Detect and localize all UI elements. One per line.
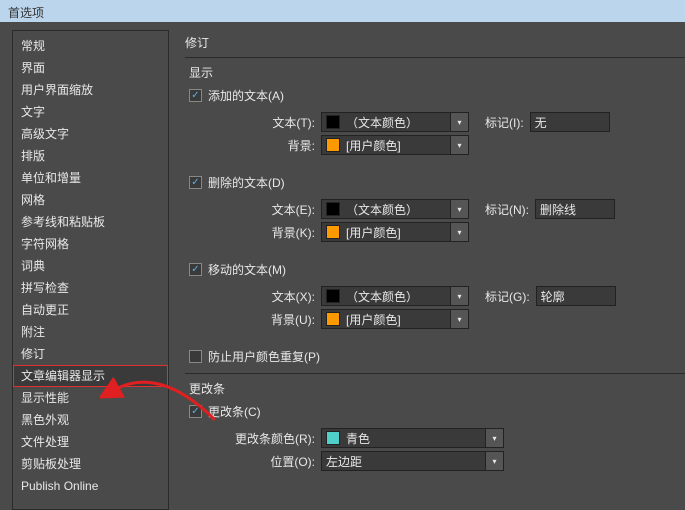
- swatch-icon: [326, 138, 340, 152]
- chevron-down-icon[interactable]: ▾: [451, 286, 469, 306]
- swatch-icon: [326, 115, 340, 129]
- preferences-sidebar: 常规界面用户界面缩放文字高级文字排版单位和增量网格参考线和粘贴板字符网格词典拼写…: [12, 30, 169, 510]
- dropdown-value: 轮廓: [541, 288, 565, 305]
- titlebar: 首选项: [0, 0, 685, 22]
- deleted-text-checkbox-row[interactable]: 删除的文本(D): [189, 174, 685, 191]
- changebar-pos-label: 位置(O):: [185, 453, 315, 470]
- moved-mark-label: 标记(G):: [485, 288, 530, 305]
- sidebar-item[interactable]: 剪贴板处理: [13, 453, 168, 475]
- display-section-title: 显示: [189, 64, 685, 81]
- sidebar-item[interactable]: Publish Online: [13, 475, 168, 497]
- added-text-color-dropdown[interactable]: （文本颜色）: [321, 112, 451, 132]
- chevron-down-icon[interactable]: ▾: [451, 135, 469, 155]
- chevron-down-icon[interactable]: ▾: [486, 451, 504, 471]
- dropdown-value: （文本颜色）: [346, 114, 418, 131]
- moved-text-color-dropdown[interactable]: （文本颜色）: [321, 286, 451, 306]
- deleted-bg-label: 背景(K):: [185, 224, 315, 241]
- sidebar-item[interactable]: 文字: [13, 101, 168, 123]
- dropdown-value: （文本颜色）: [346, 201, 418, 218]
- sidebar-item[interactable]: 排版: [13, 145, 168, 167]
- added-mark-dropdown[interactable]: 无: [530, 112, 610, 132]
- prevent-checkbox-row[interactable]: 防止用户颜色重复(P): [189, 348, 685, 365]
- dropdown-value: （文本颜色）: [346, 288, 418, 305]
- swatch-icon: [326, 202, 340, 216]
- deleted-text-label: 文本(E):: [185, 201, 315, 218]
- changebar-color-label: 更改条颜色(R):: [185, 430, 315, 447]
- sidebar-item[interactable]: 拼写检查: [13, 277, 168, 299]
- content-panel: 修订 显示 添加的文本(A) 文本(T): （文本颜色） ▾ 标记(I): 无: [169, 22, 685, 510]
- added-text-checkbox-row[interactable]: 添加的文本(A): [189, 87, 685, 104]
- checkbox-icon[interactable]: [189, 263, 202, 276]
- swatch-icon: [326, 289, 340, 303]
- checkbox-icon[interactable]: [189, 89, 202, 102]
- moved-bg-dropdown[interactable]: [用户颜色]: [321, 309, 451, 329]
- window-title: 首选项: [8, 6, 44, 20]
- deleted-text-color-dropdown[interactable]: （文本颜色）: [321, 199, 451, 219]
- deleted-mark-label: 标记(N):: [485, 201, 529, 218]
- sidebar-item[interactable]: 修订: [13, 343, 168, 365]
- dropdown-value: 左边距: [326, 453, 362, 470]
- dropdown-value: [用户颜色]: [346, 311, 401, 328]
- prevent-checkbox-label: 防止用户颜色重复(P): [208, 348, 320, 365]
- sidebar-item[interactable]: 词典: [13, 255, 168, 277]
- moved-bg-label: 背景(U):: [185, 311, 315, 328]
- dropdown-value: 无: [535, 114, 547, 131]
- checkbox-icon[interactable]: [189, 350, 202, 363]
- deleted-mark-dropdown[interactable]: 删除线: [535, 199, 615, 219]
- chevron-down-icon[interactable]: ▾: [486, 428, 504, 448]
- added-mark-label: 标记(I):: [485, 114, 524, 131]
- sidebar-item[interactable]: 黑色外观: [13, 409, 168, 431]
- swatch-icon: [326, 312, 340, 326]
- checkbox-icon[interactable]: [189, 405, 202, 418]
- checkbox-icon[interactable]: [189, 176, 202, 189]
- chevron-down-icon[interactable]: ▾: [451, 199, 469, 219]
- changebar-checkbox-label: 更改条(C): [208, 403, 261, 420]
- swatch-icon: [326, 431, 340, 445]
- dropdown-value: [用户颜色]: [346, 137, 401, 154]
- moved-text-checkbox-label: 移动的文本(M): [208, 261, 286, 278]
- changebar-pos-dropdown[interactable]: 左边距: [321, 451, 486, 471]
- sidebar-item[interactable]: 常规: [13, 35, 168, 57]
- added-bg-label: 背景:: [185, 137, 315, 154]
- sidebar-item[interactable]: 显示性能: [13, 387, 168, 409]
- sidebar-item[interactable]: 附注: [13, 321, 168, 343]
- chevron-down-icon[interactable]: ▾: [451, 222, 469, 242]
- dropdown-value: 青色: [346, 430, 370, 447]
- moved-text-checkbox-row[interactable]: 移动的文本(M): [189, 261, 685, 278]
- sidebar-item[interactable]: 字符网格: [13, 233, 168, 255]
- display-section: 显示 添加的文本(A) 文本(T): （文本颜色） ▾ 标记(I): 无 背景:: [185, 57, 685, 365]
- sidebar-item[interactable]: 界面: [13, 57, 168, 79]
- sidebar-item[interactable]: 高级文字: [13, 123, 168, 145]
- added-bg-dropdown[interactable]: [用户颜色]: [321, 135, 451, 155]
- sidebar-item[interactable]: 自动更正: [13, 299, 168, 321]
- chevron-down-icon[interactable]: ▾: [451, 309, 469, 329]
- changebar-checkbox-row[interactable]: 更改条(C): [189, 403, 685, 420]
- page-title: 修订: [185, 34, 685, 51]
- changebar-color-dropdown[interactable]: 青色: [321, 428, 486, 448]
- sidebar-item[interactable]: 单位和增量: [13, 167, 168, 189]
- sidebar-item[interactable]: 网格: [13, 189, 168, 211]
- added-text-label: 文本(T):: [185, 114, 315, 131]
- dropdown-value: [用户颜色]: [346, 224, 401, 241]
- added-text-checkbox-label: 添加的文本(A): [208, 87, 284, 104]
- deleted-text-checkbox-label: 删除的文本(D): [208, 174, 285, 191]
- sidebar-item[interactable]: 用户界面缩放: [13, 79, 168, 101]
- sidebar-item[interactable]: 文件处理: [13, 431, 168, 453]
- swatch-icon: [326, 225, 340, 239]
- deleted-bg-dropdown[interactable]: [用户颜色]: [321, 222, 451, 242]
- sidebar-item[interactable]: 文章编辑器显示: [13, 365, 168, 387]
- main-area: 常规界面用户界面缩放文字高级文字排版单位和增量网格参考线和粘贴板字符网格词典拼写…: [0, 22, 685, 510]
- dropdown-value: 删除线: [540, 201, 576, 218]
- changebar-section-title: 更改条: [189, 380, 685, 397]
- sidebar-item[interactable]: 参考线和粘贴板: [13, 211, 168, 233]
- moved-mark-dropdown[interactable]: 轮廓: [536, 286, 616, 306]
- moved-text-label: 文本(X):: [185, 288, 315, 305]
- changebar-section: 更改条 更改条(C) 更改条颜色(R): 青色 ▾ 位置(O): 左边距 ▾: [185, 373, 685, 471]
- chevron-down-icon[interactable]: ▾: [451, 112, 469, 132]
